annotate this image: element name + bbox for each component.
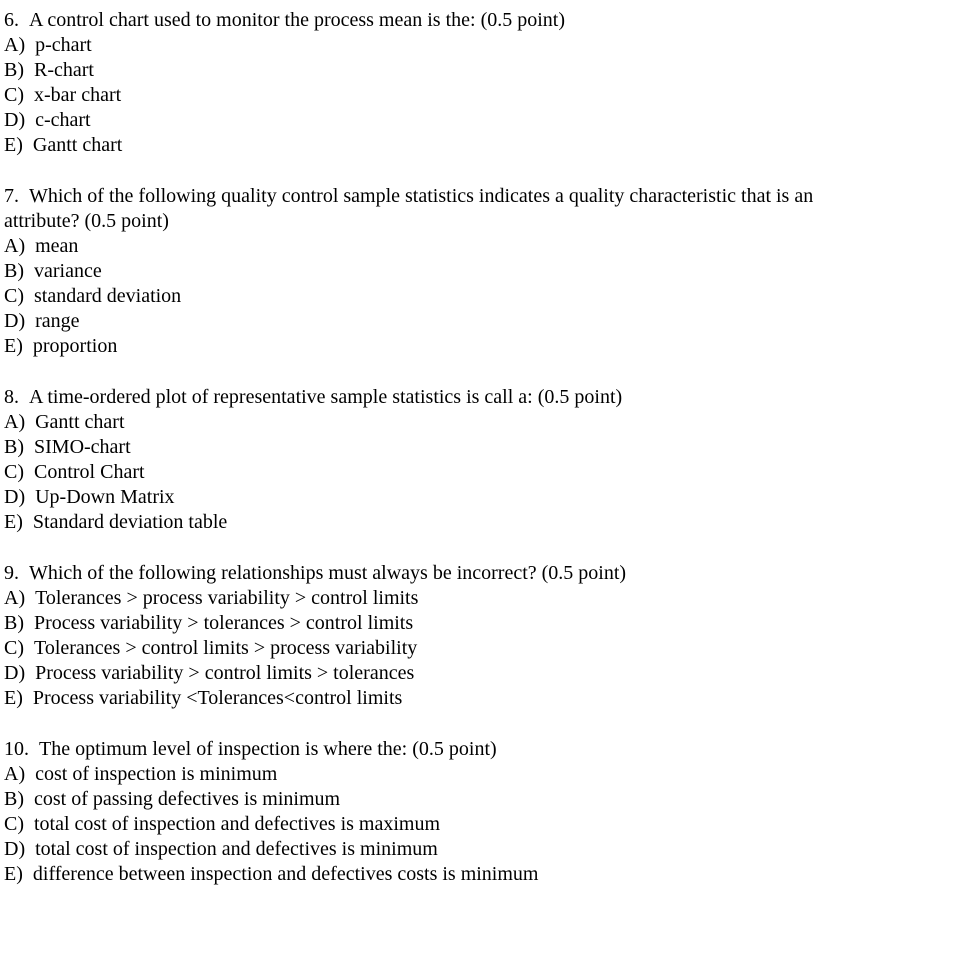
question-text: The optimum level of inspection is where… — [39, 737, 497, 762]
answer-option[interactable]: D) Up-Down Matrix — [4, 485, 975, 510]
answer-option[interactable]: C) Control Chart — [4, 460, 975, 485]
option-text: Control Chart — [34, 460, 145, 485]
option-label: E) — [4, 133, 33, 158]
option-text: Tolerances > control limits > process va… — [34, 636, 417, 661]
option-label: D) — [4, 309, 35, 334]
option-text: c-chart — [35, 108, 91, 133]
option-text: x-bar chart — [34, 83, 121, 108]
option-label: B) — [4, 611, 34, 636]
answer-option[interactable]: A) mean — [4, 234, 975, 259]
answer-option[interactable]: D) c-chart — [4, 108, 975, 133]
option-text: SIMO-chart — [34, 435, 131, 460]
question-number: 7. — [4, 184, 29, 209]
question-prompt: 9. Which of the following relationships … — [4, 561, 975, 586]
question-number: 10. — [4, 737, 39, 762]
answer-option[interactable]: A) Gantt chart — [4, 410, 975, 435]
option-label: E) — [4, 510, 33, 535]
option-text: cost of inspection is minimum — [35, 762, 277, 787]
answer-option[interactable]: E) difference between inspection and def… — [4, 862, 975, 887]
question-number: 8. — [4, 385, 29, 410]
option-label: D) — [4, 837, 35, 862]
option-label: B) — [4, 58, 34, 83]
option-label: B) — [4, 787, 34, 812]
option-label: C) — [4, 83, 34, 108]
option-label: A) — [4, 410, 35, 435]
question-text: Which of the following relationships mus… — [29, 561, 626, 586]
answer-option[interactable]: E) Gantt chart — [4, 133, 975, 158]
answer-option[interactable]: D) range — [4, 309, 975, 334]
option-label: C) — [4, 284, 34, 309]
question-text: A time-ordered plot of representative sa… — [29, 385, 622, 410]
answer-option[interactable]: A) p-chart — [4, 33, 975, 58]
answer-option[interactable]: C) total cost of inspection and defectiv… — [4, 812, 975, 837]
answer-option[interactable]: E) Process variability <Tolerances<contr… — [4, 686, 975, 711]
option-label: D) — [4, 485, 35, 510]
answer-option[interactable]: B) R-chart — [4, 58, 975, 83]
option-label: E) — [4, 686, 33, 711]
question-prompt: 7. Which of the following quality contro… — [4, 184, 975, 209]
option-text: Process variability <Tolerances<control … — [33, 686, 402, 711]
option-text: Tolerances > process variability > contr… — [35, 586, 418, 611]
question-text: Which of the following quality control s… — [29, 184, 813, 209]
answer-option[interactable]: D) total cost of inspection and defectiv… — [4, 837, 975, 862]
option-label: B) — [4, 259, 34, 284]
option-label: D) — [4, 661, 35, 686]
option-text: difference between inspection and defect… — [33, 862, 539, 887]
question-block: 7. Which of the following quality contro… — [4, 184, 975, 359]
option-text: proportion — [33, 334, 117, 359]
option-label: C) — [4, 460, 34, 485]
option-text: Standard deviation table — [33, 510, 227, 535]
question-text: A control chart used to monitor the proc… — [29, 8, 565, 33]
question-block: 9. Which of the following relationships … — [4, 561, 975, 711]
option-text: Process variability > tolerances > contr… — [34, 611, 413, 636]
answer-option[interactable]: B) Process variability > tolerances > co… — [4, 611, 975, 636]
question-number: 9. — [4, 561, 29, 586]
answer-option[interactable]: B) cost of passing defectives is minimum — [4, 787, 975, 812]
question-number: 6. — [4, 8, 29, 33]
option-text: Up-Down Matrix — [35, 485, 174, 510]
answer-option[interactable]: B) variance — [4, 259, 975, 284]
answer-option[interactable]: D) Process variability > control limits … — [4, 661, 975, 686]
question-text-continuation: attribute? (0.5 point) — [4, 209, 975, 234]
option-text: Process variability > control limits > t… — [35, 661, 414, 686]
answer-option[interactable]: A) cost of inspection is minimum — [4, 762, 975, 787]
option-text: p-chart — [35, 33, 92, 58]
quiz-container: 6. A control chart used to monitor the p… — [4, 8, 975, 887]
option-label: B) — [4, 435, 34, 460]
option-text: standard deviation — [34, 284, 181, 309]
option-text: Gantt chart — [35, 410, 124, 435]
option-text: R-chart — [34, 58, 94, 83]
question-prompt: 10. The optimum level of inspection is w… — [4, 737, 975, 762]
option-label: C) — [4, 636, 34, 661]
answer-option[interactable]: C) Tolerances > control limits > process… — [4, 636, 975, 661]
answer-option[interactable]: C) x-bar chart — [4, 83, 975, 108]
answer-option[interactable]: A) Tolerances > process variability > co… — [4, 586, 975, 611]
answer-option[interactable]: E) proportion — [4, 334, 975, 359]
question-block: 8. A time-ordered plot of representative… — [4, 385, 975, 535]
option-text: total cost of inspection and defectives … — [35, 837, 438, 862]
option-label: A) — [4, 234, 35, 259]
option-text: range — [35, 309, 79, 334]
option-text: cost of passing defectives is minimum — [34, 787, 340, 812]
question-block: 6. A control chart used to monitor the p… — [4, 8, 975, 158]
answer-option[interactable]: C) standard deviation — [4, 284, 975, 309]
answer-option[interactable]: E) Standard deviation table — [4, 510, 975, 535]
option-text: total cost of inspection and defectives … — [34, 812, 440, 837]
option-label: A) — [4, 33, 35, 58]
question-prompt: 8. A time-ordered plot of representative… — [4, 385, 975, 410]
option-label: C) — [4, 812, 34, 837]
option-text: Gantt chart — [33, 133, 122, 158]
option-text: mean — [35, 234, 78, 259]
option-label: E) — [4, 334, 33, 359]
option-label: D) — [4, 108, 35, 133]
option-label: A) — [4, 586, 35, 611]
question-prompt: 6. A control chart used to monitor the p… — [4, 8, 975, 33]
question-block: 10. The optimum level of inspection is w… — [4, 737, 975, 887]
option-label: E) — [4, 862, 33, 887]
option-text: variance — [34, 259, 102, 284]
option-label: A) — [4, 762, 35, 787]
answer-option[interactable]: B) SIMO-chart — [4, 435, 975, 460]
